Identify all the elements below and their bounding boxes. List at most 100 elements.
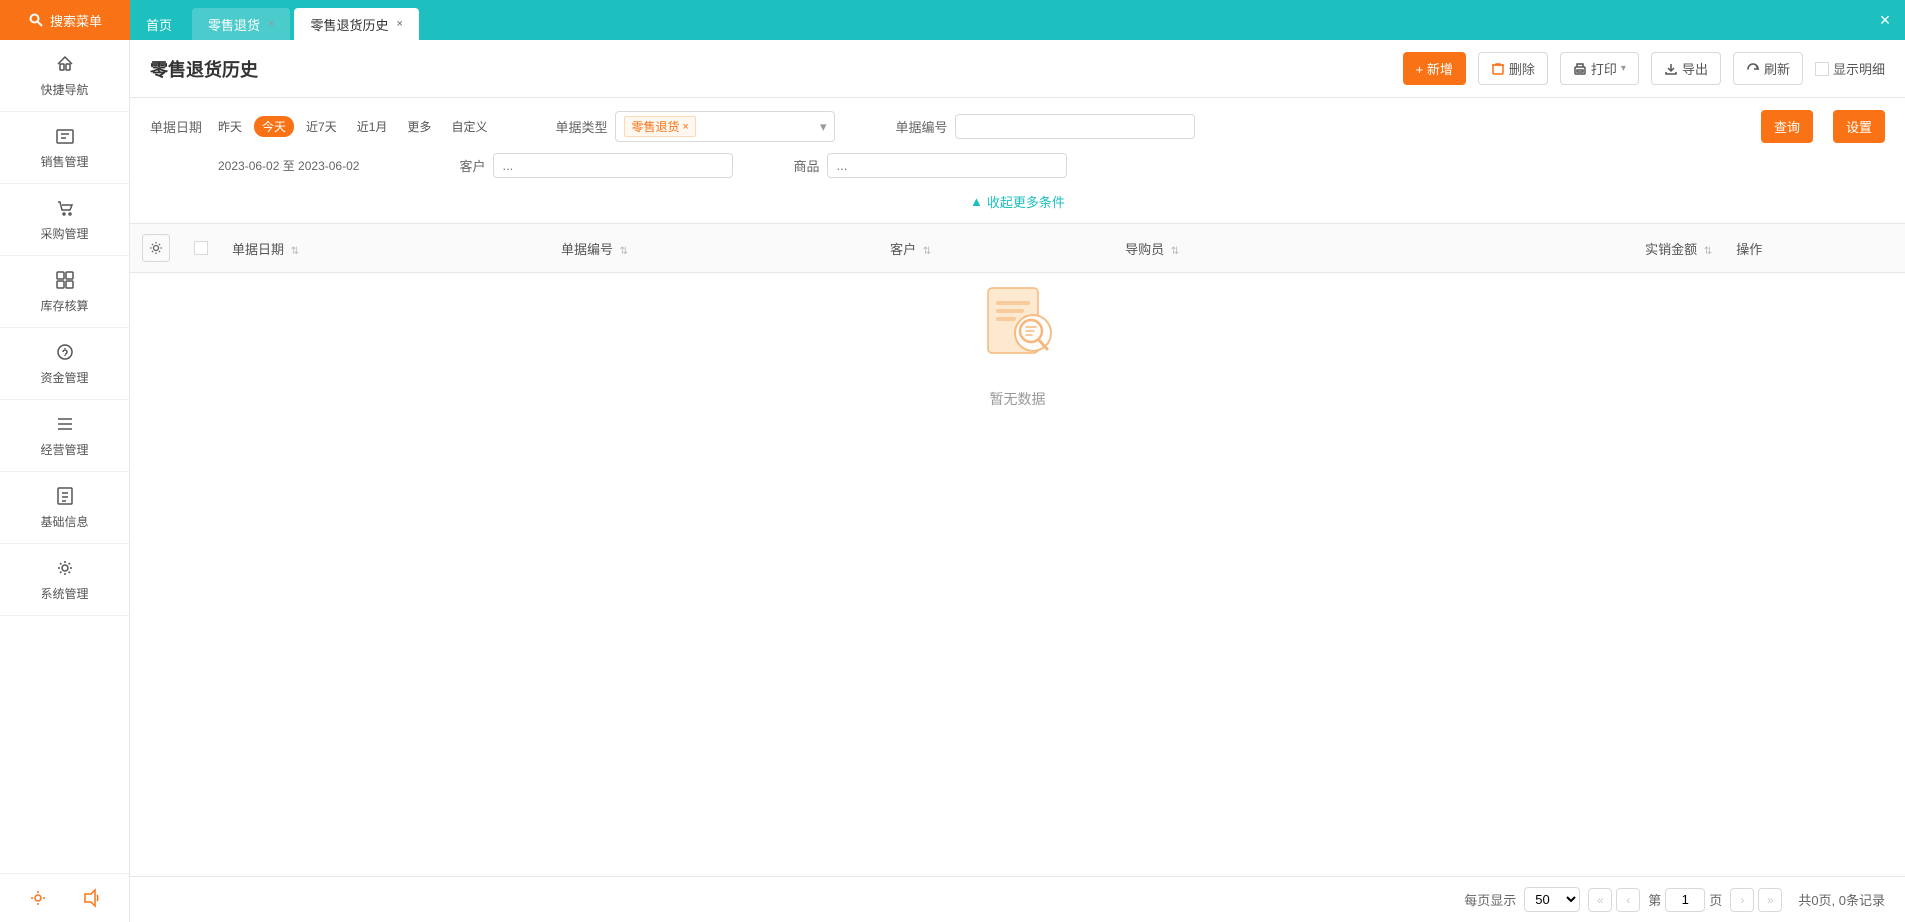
th-customer-label: 客户 [890, 242, 916, 257]
number-sort-icon: ⇅ [620, 246, 628, 257]
print-icon [1573, 62, 1587, 76]
export-button[interactable]: 导出 [1651, 52, 1721, 85]
date-btn-custom[interactable]: 自定义 [443, 116, 495, 137]
first-page-btn[interactable]: « [1588, 888, 1612, 912]
sidebar: 快捷导航 销售管理 采购管理 [0, 40, 130, 922]
type-select[interactable]: 零售退货 × ▾ [615, 111, 835, 142]
show-detail-group: 显示明细 [1815, 59, 1885, 78]
filter-row-1: 单据日期 昨天 今天 近7天 近1月 更多 自定义 单据类型 [150, 110, 1885, 143]
tab-retail-return[interactable]: 零售退货 × [192, 8, 290, 40]
window-close-button[interactable]: × [1865, 0, 1905, 40]
page-nav: « ‹ [1588, 888, 1640, 912]
page-input-group: 第 页 [1648, 888, 1722, 912]
delete-icon [1491, 62, 1505, 76]
next-page-btn[interactable]: › [1730, 888, 1754, 912]
customer-input[interactable] [493, 153, 733, 178]
content-area: 零售退货历史 + 新增 删除 打印 ▾ [130, 40, 1905, 922]
th-date[interactable]: 单据日期 ⇅ [220, 224, 549, 273]
tab-retail-return-history[interactable]: 零售退货历史 × [294, 8, 418, 40]
print-label: 打印 [1591, 59, 1617, 78]
tab-home[interactable]: 首页 [130, 8, 188, 40]
new-button[interactable]: + 新增 [1403, 52, 1466, 85]
purchase-icon [54, 197, 76, 219]
refresh-button[interactable]: 刷新 [1733, 52, 1803, 85]
sidebar-item-basic-info[interactable]: 基础信息 [0, 472, 129, 544]
show-detail-checkbox[interactable] [1815, 62, 1829, 76]
sidebar-bottom [0, 873, 129, 922]
print-button[interactable]: 打印 ▾ [1560, 52, 1639, 85]
th-date-label: 单据日期 [232, 242, 284, 257]
data-table: 单据日期 ⇅ 单据编号 ⇅ 客户 ⇅ [130, 224, 1905, 273]
th-action-label: 操作 [1736, 242, 1762, 257]
date-btn-more[interactable]: 更多 [399, 116, 439, 137]
sidebar-item-sales[interactable]: 销售管理 [0, 112, 129, 184]
inventory-icon [54, 269, 76, 291]
last-page-btn[interactable]: » [1758, 888, 1782, 912]
delete-button[interactable]: 删除 [1478, 52, 1548, 85]
sidebar-item-management[interactable]: 经营管理 [0, 400, 129, 472]
export-icon [1664, 62, 1678, 76]
table-settings-icon[interactable] [142, 234, 170, 262]
table-area: 单据日期 ⇅ 单据编号 ⇅ 客户 ⇅ [130, 224, 1905, 876]
settings-button[interactable]: 设置 [1833, 110, 1885, 143]
table-header-row: 单据日期 ⇅ 单据编号 ⇅ 客户 ⇅ [130, 224, 1905, 273]
header-actions: + 新增 删除 打印 ▾ [1403, 52, 1885, 85]
print-arrow: ▾ [1621, 63, 1626, 74]
sidebar-item-quicknav[interactable]: 快捷导航 [0, 40, 129, 112]
audio-bottom-icon[interactable] [79, 886, 103, 910]
th-action: 操作 [1724, 224, 1905, 273]
amount-sort-icon: ⇅ [1704, 246, 1712, 257]
query-button[interactable]: 查询 [1761, 110, 1813, 143]
prev-page-btn[interactable]: ‹ [1616, 888, 1640, 912]
date-shortcuts: 昨天 今天 近7天 近1月 更多 自定义 [210, 116, 495, 137]
th-customer[interactable]: 客户 ⇅ [878, 224, 1113, 273]
th-guide[interactable]: 导购员 ⇅ [1113, 224, 1395, 273]
type-tag-label: 零售退货 [631, 118, 679, 135]
collapse-row: ▲ 收起更多条件 [150, 188, 1885, 211]
select-all-checkbox[interactable] [194, 241, 208, 255]
page-nav-next: › » [1730, 888, 1782, 912]
number-filter: 单据编号 [895, 114, 1195, 139]
th-number-label: 单据编号 [561, 242, 613, 257]
goods-input[interactable] [827, 153, 1067, 178]
page-label-post: 页 [1709, 890, 1722, 909]
collapse-button[interactable]: ▲ 收起更多条件 [970, 192, 1065, 211]
search-menu-button[interactable]: 搜索菜单 [0, 0, 130, 40]
sidebar-management-label: 经营管理 [40, 441, 88, 458]
sidebar-inventory-label: 库存核算 [40, 297, 88, 314]
sidebar-purchase-label: 采购管理 [40, 225, 88, 242]
sidebar-item-purchase[interactable]: 采购管理 [0, 184, 129, 256]
sidebar-item-inventory[interactable]: 库存核算 [0, 256, 129, 328]
tab-retail-return-close[interactable]: × [268, 18, 274, 30]
number-input[interactable] [955, 114, 1195, 139]
goods-filter: 商品 [793, 153, 1067, 178]
tab-bar: 首页 零售退货 × 零售退货历史 × [130, 0, 1865, 40]
page-number-input[interactable] [1665, 888, 1705, 912]
main-layout: 快捷导航 销售管理 采购管理 [0, 40, 1905, 922]
page-size-select[interactable]: 50 10 20 100 [1524, 887, 1580, 912]
date-btn-yesterday[interactable]: 昨天 [210, 116, 250, 137]
tab-retail-return-history-close[interactable]: × [396, 18, 402, 30]
date-btn-1month[interactable]: 近1月 [349, 116, 396, 137]
th-amount[interactable]: 实销金额 ⇅ [1395, 224, 1724, 273]
refresh-label: 刷新 [1764, 59, 1790, 78]
empty-state: 暂无数据 [130, 273, 1905, 409]
fund-icon [54, 341, 76, 363]
settings-bottom-icon[interactable] [26, 886, 50, 910]
total-info: 共0页, 0条记录 [1798, 890, 1885, 909]
basicinfo-icon [54, 485, 76, 507]
date-btn-today[interactable]: 今天 [254, 116, 294, 137]
collapse-label: 收起更多条件 [987, 192, 1065, 211]
guide-sort-icon: ⇅ [1171, 246, 1179, 257]
filter-area: 单据日期 昨天 今天 近7天 近1月 更多 自定义 单据类型 [130, 98, 1905, 224]
page-title: 零售退货历史 [150, 56, 258, 82]
sidebar-item-system[interactable]: 系统管理 [0, 544, 129, 616]
sidebar-item-fund[interactable]: 资金管理 [0, 328, 129, 400]
tab-retail-return-history-label: 零售退货历史 [310, 15, 388, 34]
th-number[interactable]: 单据编号 ⇅ [549, 224, 878, 273]
management-icon [54, 413, 76, 435]
type-filter: 单据类型 零售退货 × ▾ [555, 111, 835, 142]
date-btn-7days[interactable]: 近7天 [298, 116, 345, 137]
type-tag-remove[interactable]: × [682, 121, 688, 133]
search-menu-label: 搜索菜单 [50, 11, 102, 30]
